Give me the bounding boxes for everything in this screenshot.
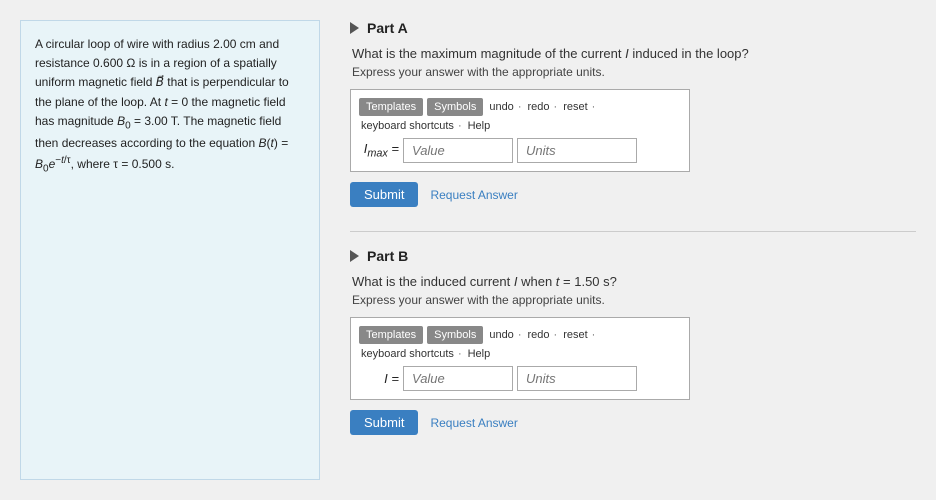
part-a-submit-btn[interactable]: Submit — [350, 182, 418, 207]
part-b-input-label: I = — [359, 371, 399, 386]
section-divider — [350, 231, 916, 232]
part-a-templates-btn[interactable]: Templates — [359, 98, 423, 116]
part-a-input-box: Templates Symbols undo · redo · reset · … — [350, 89, 690, 172]
part-a-input-label: Imax = — [359, 141, 399, 160]
part-a-header: Part A — [350, 20, 916, 36]
part-a-reset-link[interactable]: reset — [563, 101, 587, 113]
part-b-submit-btn[interactable]: Submit — [350, 410, 418, 435]
part-a-toolbar: Templates Symbols undo · redo · reset · … — [359, 98, 681, 132]
part-b-title: Part B — [367, 248, 408, 264]
part-b-reset-link[interactable]: reset — [563, 329, 587, 341]
part-b-redo-link[interactable]: redo — [527, 329, 549, 341]
part-a-keyboard-link[interactable]: keyboard shortcuts — [361, 120, 454, 132]
part-a-section: Part A What is the maximum magnitude of … — [350, 20, 916, 207]
part-b-toolbar: Templates Symbols undo · redo · reset · … — [359, 326, 681, 360]
part-b-question: What is the induced current I when t = 1… — [352, 274, 916, 289]
answer-panel: Part A What is the maximum magnitude of … — [320, 0, 936, 500]
part-a-title: Part A — [367, 20, 408, 36]
part-b-input-row: I = — [359, 366, 681, 391]
part-a-symbols-btn[interactable]: Symbols — [427, 98, 483, 116]
part-a-request-link[interactable]: Request Answer — [430, 188, 517, 202]
part-a-help-link[interactable]: Help — [468, 120, 491, 132]
part-b-keyboard-link[interactable]: keyboard shortcuts — [361, 348, 454, 360]
part-b-section: Part B What is the induced current I whe… — [350, 248, 916, 435]
part-a-units-input[interactable] — [517, 138, 637, 163]
part-b-help-link[interactable]: Help — [468, 348, 491, 360]
part-a-redo-link[interactable]: redo — [527, 101, 549, 113]
problem-statement: A circular loop of wire with radius 2.00… — [20, 20, 320, 480]
problem-text: A circular loop of wire with radius 2.00… — [35, 35, 305, 178]
part-b-templates-btn[interactable]: Templates — [359, 326, 423, 344]
part-a-input-row: Imax = — [359, 138, 681, 163]
part-b-button-row: Submit Request Answer — [350, 410, 916, 435]
part-b-units-input[interactable] — [517, 366, 637, 391]
part-a-subtext: Express your answer with the appropriate… — [352, 65, 916, 79]
part-a-button-row: Submit Request Answer — [350, 182, 916, 207]
part-b-toggle-icon[interactable] — [350, 250, 359, 262]
part-b-value-input[interactable] — [403, 366, 513, 391]
part-b-input-box: Templates Symbols undo · redo · reset · … — [350, 317, 690, 400]
part-b-symbols-btn[interactable]: Symbols — [427, 326, 483, 344]
part-a-undo-link[interactable]: undo — [489, 101, 513, 113]
part-a-toggle-icon[interactable] — [350, 22, 359, 34]
part-b-subtext: Express your answer with the appropriate… — [352, 293, 916, 307]
part-a-value-input[interactable] — [403, 138, 513, 163]
part-b-request-link[interactable]: Request Answer — [430, 416, 517, 430]
part-b-header: Part B — [350, 248, 916, 264]
part-a-question: What is the maximum magnitude of the cur… — [352, 46, 916, 61]
part-b-undo-link[interactable]: undo — [489, 329, 513, 341]
